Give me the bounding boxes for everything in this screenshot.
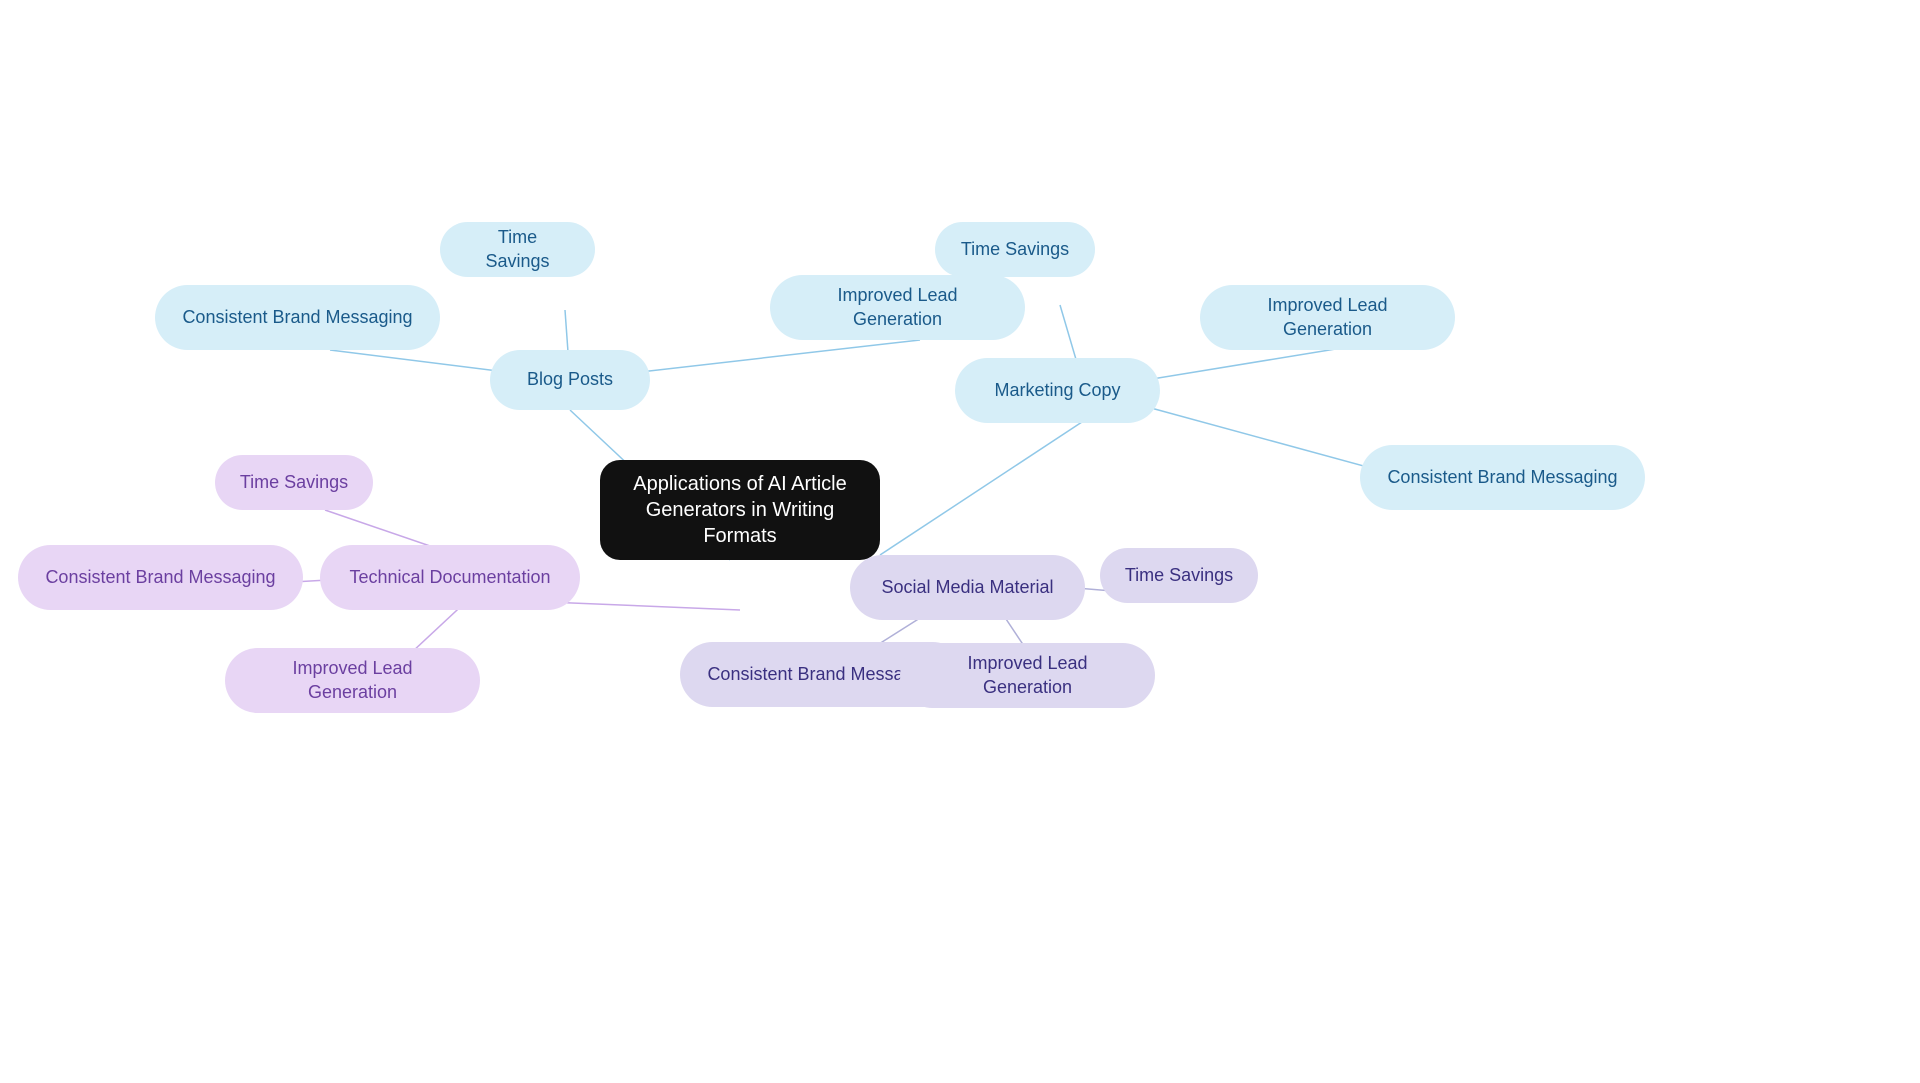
blog-posts-node: Blog Posts (490, 350, 650, 410)
mkt-time-savings-node: Time Savings (935, 222, 1095, 277)
tech-time-savings-node: Time Savings (215, 455, 373, 510)
social-time-savings-node: Time Savings (1100, 548, 1258, 603)
mkt-consistent-brand-node: Consistent Brand Messaging (1360, 445, 1645, 510)
technical-doc-node: Technical Documentation (320, 545, 580, 610)
blog-consistent-brand-node: Consistent Brand Messaging (155, 285, 440, 350)
blog-improved-lead-node: Improved Lead Generation (770, 275, 1025, 340)
mkt-improved-lead-node: Improved Lead Generation (1200, 285, 1455, 350)
center-node: Applications of AI ArticleGenerators in … (600, 460, 880, 560)
social-improved-lead-node: Improved Lead Generation (900, 643, 1155, 708)
blog-time-savings-node: Time Savings (440, 222, 595, 277)
marketing-copy-node: Marketing Copy (955, 358, 1160, 423)
tech-improved-lead-node: Improved Lead Generation (225, 648, 480, 713)
tech-consistent-brand-node: Consistent Brand Messaging (18, 545, 303, 610)
social-media-node: Social Media Material (850, 555, 1085, 620)
